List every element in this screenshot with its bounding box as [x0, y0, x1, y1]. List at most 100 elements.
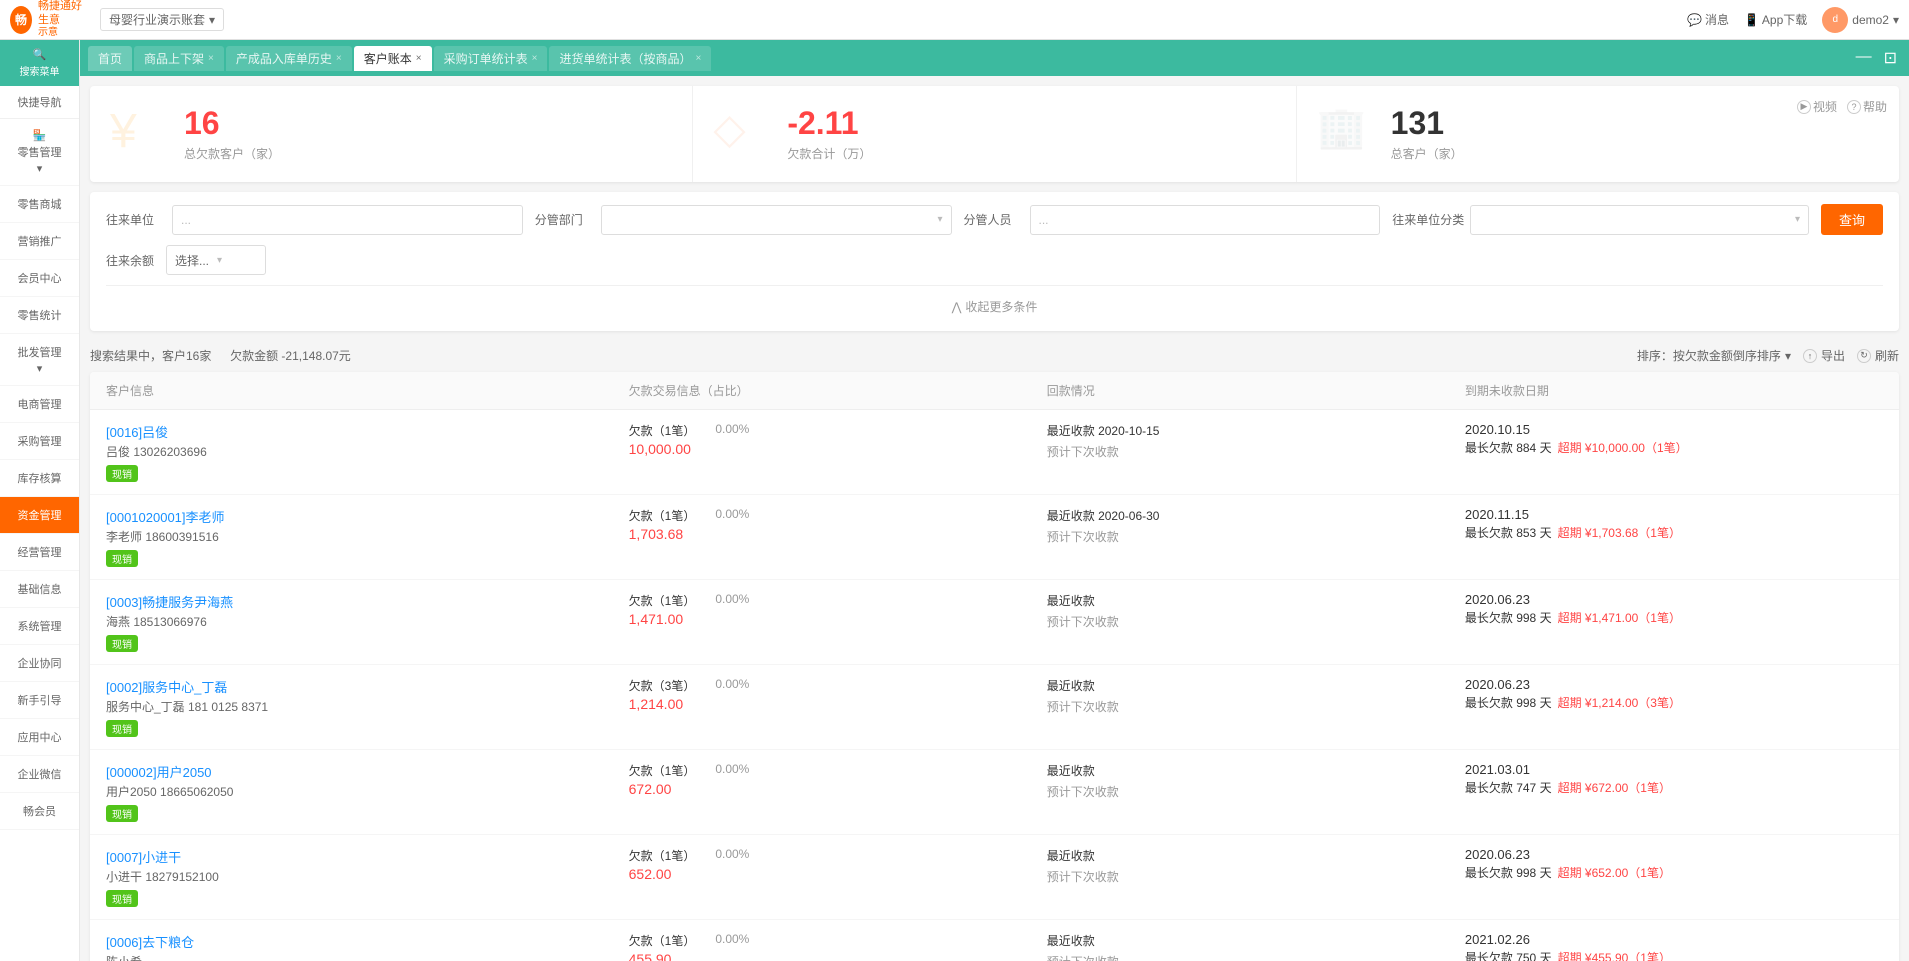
collapse-btn[interactable]: ⋀ 收起更多条件: [106, 294, 1883, 319]
customer-name-link[interactable]: [0006]去下粮仓: [106, 935, 194, 950]
overdue-amount[interactable]: 超期 ¥1,471.00（1笔）: [1558, 609, 1681, 626]
col-customer: 客户信息: [106, 382, 629, 399]
overdue-days: 最长欠款 853 天: [1465, 524, 1552, 541]
sidebar-item-basic-info[interactable]: 基础信息: [0, 571, 79, 608]
table-row: [0006]去下粮仓 陈小希 现销 欠款（1笔） 455.90 0.00%: [90, 920, 1899, 961]
customer-name-link[interactable]: [0003]畅捷服务尹海燕: [106, 595, 233, 610]
sidebar-item-retail-mgmt[interactable]: 🏪 零售管理 ▾: [0, 119, 79, 186]
overdue-date: 2021.03.01: [1465, 762, 1883, 777]
search-button[interactable]: 查询: [1821, 204, 1883, 235]
chevron-down-icon: ▾: [217, 255, 222, 266]
overdue-info: 2020.06.23 最长欠款 998 天 超期 ¥1,471.00（1笔）: [1465, 592, 1883, 626]
overdue-amount[interactable]: 超期 ¥652.00（1笔）: [1558, 864, 1671, 881]
customer-info: [0016]吕俊 吕俊 13026203696 现销: [106, 422, 629, 482]
app-icon: 📱: [1744, 13, 1759, 27]
stat-info-debtors: 16 总欠款客户（家）: [184, 106, 672, 162]
close-tab-purchase-order[interactable]: ×: [532, 53, 538, 64]
from-unit-input[interactable]: ...: [172, 205, 523, 235]
filter-unit-class: 往来单位分类 ▾: [1392, 205, 1809, 235]
customer-name-link[interactable]: [0002]服务中心_丁磊: [106, 680, 227, 695]
video-btn[interactable]: ▶ 视频: [1797, 98, 1837, 115]
customer-name-link[interactable]: [0007]小进干: [106, 850, 181, 865]
debt-count: 欠款（1笔）: [629, 422, 696, 439]
sidebar-item-retail-stats[interactable]: 零售统计: [0, 297, 79, 334]
sidebar-item-member-plus[interactable]: 畅会员: [0, 793, 79, 830]
overdue-amount[interactable]: 超期 ¥672.00（1笔）: [1558, 779, 1671, 796]
customer-tag: 现销: [106, 890, 138, 907]
search-icon: 🔍: [33, 49, 47, 61]
overdue-date: 2020.06.23: [1465, 592, 1883, 607]
sidebar-item-enterprise-wx[interactable]: 企业微信: [0, 756, 79, 793]
chevron-down-icon: ▾: [1785, 349, 1791, 363]
customer-name-link[interactable]: [0001020001]李老师: [106, 510, 225, 525]
remainder-select[interactable]: 选择... ▾: [166, 245, 266, 275]
tab-production-history[interactable]: 产成品入库单历史 ×: [226, 46, 352, 71]
table-row: [0016]吕俊 吕俊 13026203696 现销 欠款（1笔） 10,000…: [90, 410, 1899, 495]
maximize-btn[interactable]: ⊡: [1880, 48, 1901, 68]
help-btn[interactable]: ? 帮助: [1847, 98, 1887, 115]
dept-select[interactable]: ▾: [601, 205, 952, 235]
avatar: d: [1822, 7, 1848, 33]
sidebar-item-system[interactable]: 系统管理: [0, 608, 79, 645]
tab-product-shelf[interactable]: 商品上下架 ×: [134, 46, 224, 71]
debt-amount: 672.00: [629, 781, 696, 797]
customer-name-link[interactable]: [000002]用户2050: [106, 765, 212, 780]
sidebar-item-new-guide[interactable]: 新手引导: [0, 682, 79, 719]
stats-row: ¥ 16 总欠款客户（家） ◇ -2.11 欠款合计（万）: [90, 86, 1899, 182]
sidebar-item-marketing[interactable]: 营销推广: [0, 223, 79, 260]
export-btn[interactable]: ↑ 导出: [1803, 347, 1845, 364]
sidebar-item-purchase[interactable]: 采购管理: [0, 423, 79, 460]
customer-name-link[interactable]: [0016]吕俊: [106, 425, 168, 440]
debt-amount: 10,000.00: [629, 441, 696, 457]
chevron-down-icon: ▾: [1795, 214, 1800, 225]
sort-select[interactable]: 排序：按欠款金额倒序排序 ▾: [1637, 347, 1791, 364]
chevron-down-icon: ▾: [937, 214, 942, 225]
overdue-row: 最长欠款 853 天 超期 ¥1,703.68（1笔）: [1465, 524, 1883, 541]
close-tab-customer-account[interactable]: ×: [416, 53, 422, 64]
person-input[interactable]: ...: [1030, 205, 1381, 235]
overdue-date: 2020.06.23: [1465, 677, 1883, 692]
unit-class-select[interactable]: ▾: [1470, 205, 1809, 235]
overdue-amount[interactable]: 超期 ¥455.90（1笔）: [1558, 949, 1671, 961]
table-header: 客户信息 欠款交易信息（占比） 回款情况 到期未收款日期: [90, 372, 1899, 410]
retail-mgmt-icon: 🏪: [33, 129, 47, 142]
overdue-amount[interactable]: 超期 ¥1,703.68（1笔）: [1558, 524, 1681, 541]
tab-purchase-order[interactable]: 采购订单统计表 ×: [434, 46, 548, 71]
store-selector[interactable]: 母婴行业演示账套 ▾: [100, 8, 224, 31]
close-tab-production-history[interactable]: ×: [336, 53, 342, 64]
overdue-amount[interactable]: 超期 ¥1,214.00（3笔）: [1558, 694, 1681, 711]
sidebar-item-enterprise-coop[interactable]: 企业协同: [0, 645, 79, 682]
sidebar-item-app-center[interactable]: 应用中心: [0, 719, 79, 756]
minimize-btn[interactable]: —: [1852, 48, 1876, 68]
debt-info: 欠款（3笔） 1,214.00 0.00%: [629, 677, 1047, 714]
tab-purchase-stats[interactable]: 进货单统计表（按商品） ×: [549, 46, 711, 71]
sidebar-item-ecommerce[interactable]: 电商管理: [0, 386, 79, 423]
next-label: 预计下次收款: [1047, 783, 1465, 800]
customer-phone: 陈小希: [106, 953, 629, 961]
user-area[interactable]: d demo2 ▾: [1822, 7, 1899, 33]
customer-info: [000002]用户2050 用户2050 18665062050 现销: [106, 762, 629, 822]
sidebar-quick-nav[interactable]: 快捷导航: [0, 86, 79, 119]
customer-phone: 李老师 18600391516: [106, 528, 629, 545]
debt-count: 欠款（1笔）: [629, 592, 696, 609]
data-table: 客户信息 欠款交易信息（占比） 回款情况 到期未收款日期 [0016]吕俊 吕俊…: [90, 372, 1899, 961]
sidebar-item-inventory[interactable]: 库存核算: [0, 460, 79, 497]
sidebar-item-finance[interactable]: 资金管理: [0, 497, 79, 534]
result-actions: 排序：按欠款金额倒序排序 ▾ ↑ 导出 ↻ 刷新: [1637, 347, 1899, 364]
close-tab-purchase-stats[interactable]: ×: [695, 53, 701, 64]
refresh-btn[interactable]: ↻ 刷新: [1857, 347, 1899, 364]
tab-home[interactable]: 首页: [88, 46, 132, 71]
stat-card-debtors: ¥ 16 总欠款客户（家）: [90, 86, 693, 182]
debt-info: 欠款（1笔） 10,000.00 0.00%: [629, 422, 1047, 459]
message-btn[interactable]: 💬 消息: [1687, 11, 1729, 28]
app-download-btn[interactable]: 📱 App下载: [1744, 11, 1807, 28]
tab-customer-account[interactable]: 客户账本 ×: [354, 46, 432, 71]
overdue-amount[interactable]: 超期 ¥10,000.00（1笔）: [1558, 439, 1688, 456]
sidebar-item-member[interactable]: 会员中心: [0, 260, 79, 297]
overdue-days: 最长欠款 998 天: [1465, 864, 1552, 881]
sidebar-item-batch-mgmt[interactable]: 批发管理 ▾: [0, 334, 79, 386]
sidebar-item-operations[interactable]: 经营管理: [0, 534, 79, 571]
sidebar-search[interactable]: 🔍 搜索菜单: [0, 40, 79, 86]
sidebar-item-retail-mall[interactable]: 零售商城: [0, 186, 79, 223]
close-tab-product-shelf[interactable]: ×: [208, 53, 214, 64]
